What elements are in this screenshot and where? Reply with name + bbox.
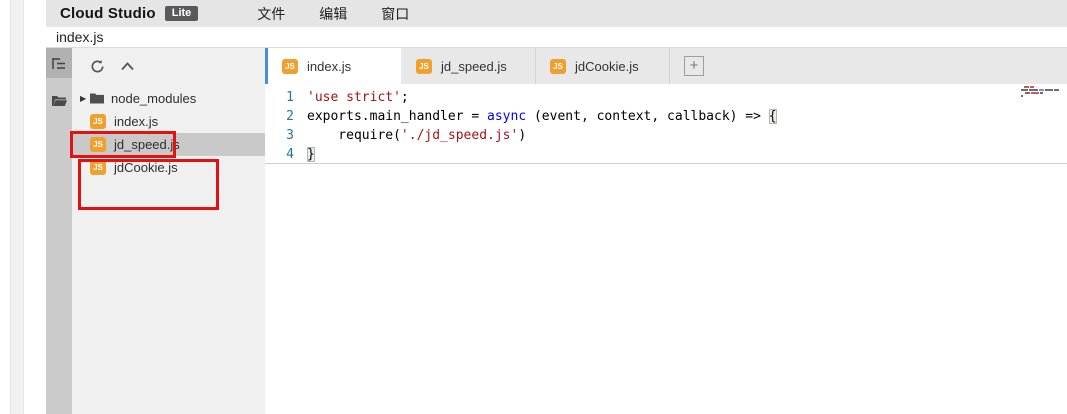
top-menu-bar: Cloud Studio Lite 文件编辑窗口 [46, 0, 1067, 27]
activity-bar [46, 48, 72, 414]
folder-icon [90, 93, 104, 104]
left-gutter-strip [10, 0, 24, 414]
chevron-right-icon[interactable]: ▶ [80, 94, 90, 103]
code-text: exports.main_handler = async (event, con… [307, 107, 777, 126]
editor-group: JS index.js JS jd_speed.js JS jdCookie.js + 1… [265, 48, 1067, 414]
js-file-icon: JS [90, 114, 106, 129]
menu-item[interactable]: 文件 [240, 4, 302, 24]
tabs: JS index.js JS jd_speed.js JS jdCookie.js [268, 48, 670, 84]
refresh-button[interactable] [87, 56, 107, 76]
line-number: 2 [265, 107, 307, 126]
js-file-icon: JS [282, 59, 298, 74]
breadcrumb-bar: index.js [46, 27, 1067, 48]
js-file-icon: JS [550, 59, 566, 74]
menu-item[interactable]: 编辑 [302, 4, 364, 24]
app-logo: Cloud Studio [60, 5, 156, 22]
code-lines: 1'use strict';2exports.main_handler = as… [265, 84, 1067, 164]
menu-bar: 文件编辑窗口 [240, 4, 426, 24]
file-explorer-panel: ▶node_modulesJSindex.jsJSjd_speed.jsJSjd… [72, 48, 265, 414]
line-number: 1 [265, 88, 307, 107]
menu-item[interactable]: 窗口 [364, 4, 426, 24]
tab-label: jd_speed.js [441, 59, 507, 74]
tree-item-label: index.js [114, 114, 158, 129]
minimap[interactable] [1021, 86, 1065, 98]
minimap-row [1021, 92, 1065, 94]
minimap-row [1021, 89, 1065, 91]
tab-label: jdCookie.js [575, 59, 639, 74]
code-line[interactable]: 4} [265, 145, 1067, 164]
code-line[interactable]: 2exports.main_handler = async (event, co… [265, 107, 1067, 126]
activity-files-button[interactable] [46, 86, 72, 116]
code-text: 'use strict'; [307, 88, 409, 107]
tree-item-label: node_modules [111, 91, 196, 106]
minimap-row [1021, 86, 1065, 88]
annotation-box-jd-speed [70, 131, 176, 158]
collapse-all-button[interactable] [117, 56, 137, 76]
tab-label: index.js [307, 59, 351, 74]
tab[interactable]: JS jdCookie.js [536, 48, 670, 84]
outline-tree-icon [52, 57, 66, 70]
code-line[interactable]: 3 require('./jd_speed.js') [265, 126, 1067, 145]
tree-item[interactable]: ▶ node_modules [72, 87, 265, 110]
js-file-icon: JS [416, 59, 432, 74]
lite-badge: Lite [165, 6, 199, 21]
line-number: 4 [265, 145, 307, 163]
line-number: 3 [265, 126, 307, 145]
new-tab-button[interactable]: + [684, 56, 704, 76]
code-text: require('./jd_speed.js') [307, 126, 526, 145]
folder-icon [52, 95, 67, 107]
main-area: ▶ node_modules JS index.js JS jd_speed.js JS jd… [46, 48, 1067, 414]
tree-item[interactable]: JS index.js [72, 110, 265, 133]
explorer-toolbar [72, 48, 265, 84]
breadcrumb: index.js [56, 29, 103, 45]
code-editor[interactable]: 1'use strict';2exports.main_handler = as… [265, 84, 1067, 414]
code-line[interactable]: 1'use strict'; [265, 88, 1067, 107]
code-text: } [307, 145, 315, 163]
minimap-row [1021, 95, 1065, 97]
tab-bar: JS index.js JS jd_speed.js JS jdCookie.js + [265, 48, 1067, 84]
annotation-box-jdcookie [78, 159, 219, 210]
activity-outline-button[interactable] [46, 48, 72, 78]
cloud-studio-window: Cloud Studio Lite 文件编辑窗口 index.js [0, 0, 1067, 414]
tab[interactable]: JS jd_speed.js [402, 48, 536, 84]
tab[interactable]: JS index.js [268, 48, 402, 84]
